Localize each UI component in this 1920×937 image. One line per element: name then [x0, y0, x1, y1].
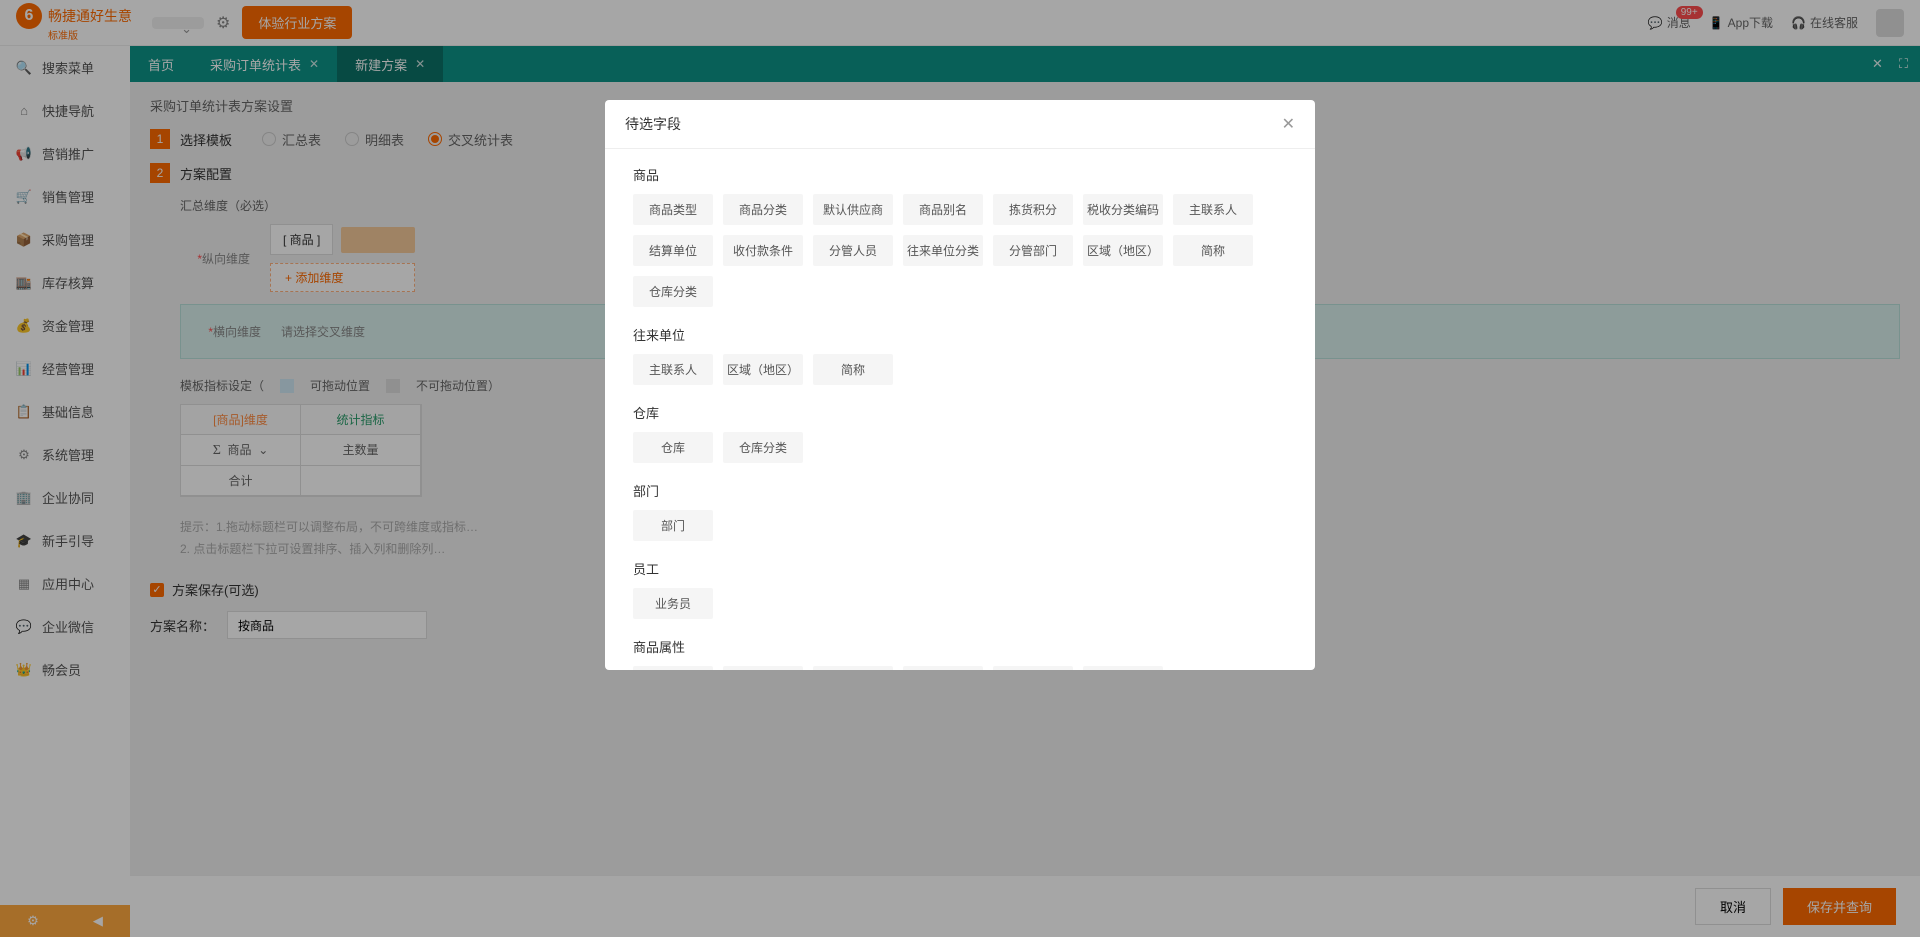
field-chip[interactable]: 颜色	[723, 666, 803, 670]
field-chip[interactable]: 往来单位分类	[903, 235, 983, 266]
field-chip[interactable]: 结算单位	[633, 235, 713, 266]
field-group: 仓库仓库仓库分类	[633, 403, 1287, 463]
field-chip[interactable]: 属性	[633, 666, 713, 670]
field-chip[interactable]: 区域（地区）	[1083, 235, 1163, 266]
field-chip[interactable]: 业务员	[633, 588, 713, 619]
field-chip[interactable]: 收付款条件	[723, 235, 803, 266]
field-chip[interactable]: 主联系人	[1173, 194, 1253, 225]
field-group: 往来单位主联系人区域（地区） 简称	[633, 325, 1287, 385]
field-group: 商品属性属性 颜色 多规格 尺码 鞋码 1	[633, 637, 1287, 670]
field-group: 员工业务员	[633, 559, 1287, 619]
field-chip[interactable]: 区域（地区）	[723, 354, 803, 385]
field-chip[interactable]: 分管人员	[813, 235, 893, 266]
field-chip[interactable]: 商品别名	[903, 194, 983, 225]
field-chip[interactable]: 尺码	[903, 666, 983, 670]
field-chip[interactable]: 简称	[813, 354, 893, 385]
field-chip[interactable]: 鞋码	[993, 666, 1073, 670]
group-title: 员工	[633, 559, 1287, 578]
field-chip[interactable]: 商品分类	[723, 194, 803, 225]
field-chip[interactable]: 仓库	[633, 432, 713, 463]
group-title: 往来单位	[633, 325, 1287, 344]
field-group: 商品商品类型商品分类默认供应商商品别名拣货积分税收分类编码主联系人结算单位收付款…	[633, 165, 1287, 307]
field-chip[interactable]: 拣货积分	[993, 194, 1073, 225]
group-title: 商品属性	[633, 637, 1287, 656]
field-chip[interactable]: 分管部门	[993, 235, 1073, 266]
field-chip[interactable]: 仓库分类	[633, 276, 713, 307]
field-chip[interactable]: 1	[1083, 666, 1163, 670]
field-chip[interactable]: 默认供应商	[813, 194, 893, 225]
field-chip[interactable]: 商品类型	[633, 194, 713, 225]
field-picker-modal: 待选字段 ✕ 商品商品类型商品分类默认供应商商品别名拣货积分税收分类编码主联系人…	[605, 100, 1315, 670]
group-title: 部门	[633, 481, 1287, 500]
group-title: 商品	[633, 165, 1287, 184]
field-chip[interactable]: 部门	[633, 510, 713, 541]
field-chip[interactable]: 主联系人	[633, 354, 713, 385]
field-group: 部门部门	[633, 481, 1287, 541]
modal-close-icon[interactable]: ✕	[1282, 114, 1295, 134]
group-title: 仓库	[633, 403, 1287, 422]
modal-title: 待选字段	[625, 114, 681, 134]
field-chip[interactable]: 简称	[1173, 235, 1253, 266]
field-chip[interactable]: 仓库分类	[723, 432, 803, 463]
field-chip[interactable]: 多规格	[813, 666, 893, 670]
field-chip[interactable]: 税收分类编码	[1083, 194, 1163, 225]
